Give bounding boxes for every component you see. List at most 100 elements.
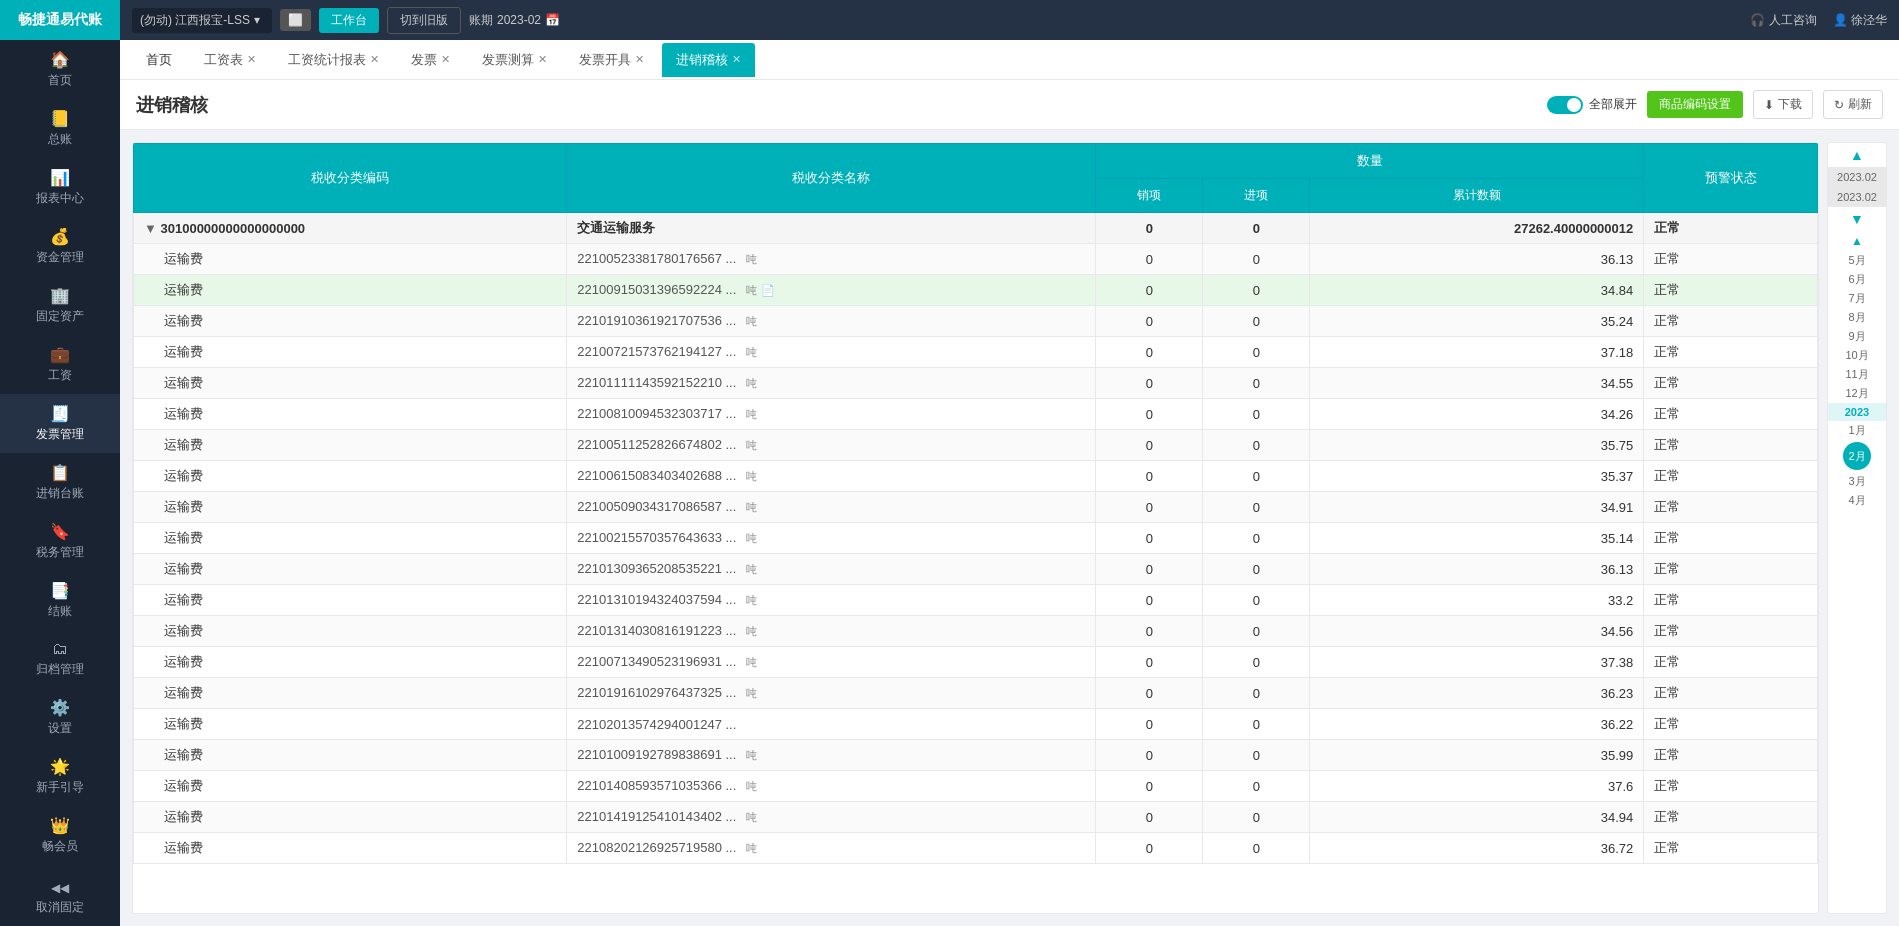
sidebar-unpin[interactable]: ◀◀ 取消固定	[0, 871, 120, 926]
sidebar-item-finance[interactable]: 💰 资金管理	[0, 217, 120, 276]
sidebar-item-tax[interactable]: 🔖 税务管理	[0, 512, 120, 571]
table-row[interactable]: 运输费 22100721573762194127 ... 吨 0 0 37.18…	[134, 337, 1818, 368]
refresh-button[interactable]: ↻ 刷新	[1823, 90, 1883, 119]
tab-reconcile-close[interactable]: ✕	[732, 53, 741, 66]
sidebar-item-archive[interactable]: 🗂 归档管理	[0, 630, 120, 688]
tab-invoice-issue-close[interactable]: ✕	[635, 53, 644, 66]
sidebar-item-label: 归档管理	[36, 661, 84, 678]
tab-salary-report[interactable]: 工资统计报表 ✕	[274, 43, 393, 77]
table-row[interactable]: 运输费 22108202126925719580 ... 吨 0 0 36.72…	[134, 833, 1818, 864]
copy-button[interactable]: ⬜	[280, 9, 311, 31]
cell-status: 正常	[1644, 337, 1818, 368]
table-row[interactable]: 运输费 22101910361921707536 ... 吨 0 0 35.24…	[134, 306, 1818, 337]
sidebar-item-member[interactable]: 👑 畅会员	[0, 806, 120, 865]
cell-invoice-tag: 22101419125410143402 ... 吨	[567, 802, 1096, 833]
tab-invoice-calc-close[interactable]: ✕	[538, 53, 547, 66]
table-row[interactable]: 运输费 22101419125410143402 ... 吨 0 0 34.94…	[134, 802, 1818, 833]
cell-invoice-tag: 22100915031396592224 ... 吨 📄	[567, 275, 1096, 306]
tab-invoice[interactable]: 发票 ✕	[397, 43, 464, 77]
year-up-arrow[interactable]: ▲	[1851, 234, 1863, 248]
sidebar-item-closing[interactable]: 📑 结账	[0, 571, 120, 630]
active-month[interactable]: 2月	[1843, 442, 1871, 470]
table-row[interactable]: 运输费 22100615083403402688 ... 吨 0 0 35.37…	[134, 461, 1818, 492]
table-row[interactable]: ▼ 30100000000000000000 交通运输服务 0 0 27262.…	[134, 213, 1818, 244]
scroll-down-top[interactable]: ▼	[1828, 207, 1886, 231]
scroll-up[interactable]: ▲	[1828, 143, 1886, 167]
table-row[interactable]: 运输费 22100713490523196931 ... 吨 0 0 37.38…	[134, 647, 1818, 678]
sidebar-item-salary[interactable]: 💼 工资	[0, 335, 120, 394]
company-selector[interactable]: (勿动) 江西报宝-LSS ▾	[132, 8, 272, 33]
sidebar-item-reports[interactable]: 📊 报表中心	[0, 158, 120, 217]
tab-invoice-calc-label: 发票测算	[482, 51, 534, 69]
cell-cumulative: 36.22	[1310, 709, 1644, 740]
table-row[interactable]: 运输费 22101309365208535221 ... 吨 0 0 36.13…	[134, 554, 1818, 585]
tab-home[interactable]: 首页	[132, 43, 186, 77]
table-row[interactable]: 运输费 22100509034317086587 ... 吨 0 0 34.91…	[134, 492, 1818, 523]
sidebar-item-settings[interactable]: ⚙️ 设置	[0, 688, 120, 747]
settings-button[interactable]: 商品编码设置	[1647, 91, 1743, 118]
table-row[interactable]: 运输费 22100215570357643633 ... 吨 0 0 35.14…	[134, 523, 1818, 554]
table-row[interactable]: 运输费 22101408593571035366 ... 吨 0 0 37.6 …	[134, 771, 1818, 802]
tab-invoice-calc[interactable]: 发票测算 ✕	[468, 43, 561, 77]
cell-sales: 0	[1096, 678, 1203, 709]
sidebar-item-home[interactable]: 🏠 首页	[0, 40, 120, 99]
tab-salary-report-close[interactable]: ✕	[370, 53, 379, 66]
download-button[interactable]: ⬇ 下载	[1753, 90, 1813, 119]
workspace-button[interactable]: 工作台	[319, 8, 379, 33]
cell-purchase: 0	[1203, 554, 1310, 585]
col-sales-header: 销项	[1096, 179, 1203, 213]
closing-icon: 📑	[50, 581, 70, 600]
month-1[interactable]: 1月	[1828, 421, 1886, 440]
tab-home-label: 首页	[146, 51, 172, 69]
table-row[interactable]: 运输费 22101009192789838691 ... 吨 0 0 35.99…	[134, 740, 1818, 771]
cell-purchase: 0	[1203, 275, 1310, 306]
table-row[interactable]: 运输费 22101314030816191223 ... 吨 0 0 34.56…	[134, 616, 1818, 647]
month-4[interactable]: 4月	[1828, 491, 1886, 510]
cell-sales: 0	[1096, 244, 1203, 275]
month-2-container[interactable]: 2月	[1828, 440, 1886, 472]
cell-sales: 0	[1096, 213, 1203, 244]
table-row[interactable]: 运输费 22100523381780176567 ... 吨 0 0 36.13…	[134, 244, 1818, 275]
sidebar-item-assets[interactable]: 🏢 固定资产	[0, 276, 120, 335]
sidebar-item-invoice[interactable]: 🧾 发票管理	[0, 394, 120, 453]
tab-reconcile[interactable]: 进销稽核 ✕	[662, 43, 755, 77]
tab-invoice-issue-label: 发票开具	[579, 51, 631, 69]
cell-purchase: 0	[1203, 213, 1310, 244]
tab-salary[interactable]: 工资表 ✕	[190, 43, 270, 77]
company-name: (勿动) 江西报宝-LSS	[140, 12, 250, 29]
cell-invoice-tag: 22100509034317086587 ... 吨	[567, 492, 1096, 523]
dropdown-icon: ▾	[254, 13, 260, 27]
tab-salary-close[interactable]: ✕	[247, 53, 256, 66]
toggle-switch[interactable]	[1547, 96, 1583, 114]
sidebar-item-ledger[interactable]: 📒 总账	[0, 99, 120, 158]
cell-invoice-tag: 22100511252826674802 ... 吨	[567, 430, 1096, 461]
calendar-icon[interactable]: 📅	[545, 13, 560, 27]
table-row[interactable]: 运输费 22101111143592152210 ... 吨 0 0 34.55…	[134, 368, 1818, 399]
switch-version-button[interactable]: 切到旧版	[387, 7, 461, 34]
cell-status: 正常	[1644, 306, 1818, 337]
cell-sales: 0	[1096, 337, 1203, 368]
support-link[interactable]: 🎧 人工咨询	[1750, 12, 1816, 29]
table-row[interactable]: 运输费 22101310194324037594 ... 吨 0 0 33.2 …	[134, 585, 1818, 616]
table-row[interactable]: 运输费 22100511252826674802 ... 吨 0 0 35.75…	[134, 430, 1818, 461]
table-row[interactable]: 运输费 22101916102976437325 ... 吨 0 0 36.23…	[134, 678, 1818, 709]
cell-purchase: 0	[1203, 585, 1310, 616]
tab-invoice-issue[interactable]: 发票开具 ✕	[565, 43, 658, 77]
month-3[interactable]: 3月	[1828, 472, 1886, 491]
download-icon: ⬇	[1764, 98, 1774, 112]
col-cumulative-header: 累计数额	[1310, 179, 1644, 213]
data-table-wrapper[interactable]: 税收分类编码 税收分类名称 数量 预警状态 销项 进项 累计数额 ▼ 30100…	[132, 142, 1819, 914]
table-row[interactable]: 运输费 22100810094532303717 ... 吨 0 0 34.26…	[134, 399, 1818, 430]
tab-invoice-close[interactable]: ✕	[441, 53, 450, 66]
cell-status: 正常	[1644, 616, 1818, 647]
expand-toggle[interactable]: 全部展开	[1547, 96, 1637, 114]
user-menu[interactable]: 👤 徐泾华	[1833, 12, 1887, 29]
sidebar-item-guide[interactable]: 🌟 新手引导	[0, 747, 120, 806]
cell-purchase: 0	[1203, 306, 1310, 337]
finance-icon: 💰	[50, 227, 70, 246]
cell-invoice-tag: 22100523381780176567 ... 吨	[567, 244, 1096, 275]
table-row[interactable]: 运输费 22102013574294001247 ... 0 0 36.22 正…	[134, 709, 1818, 740]
cell-status: 正常	[1644, 275, 1818, 306]
sidebar-item-purchases[interactable]: 📋 进销台账	[0, 453, 120, 512]
table-row[interactable]: 运输费 22100915031396592224 ... 吨 📄 0 0 34.…	[134, 275, 1818, 306]
